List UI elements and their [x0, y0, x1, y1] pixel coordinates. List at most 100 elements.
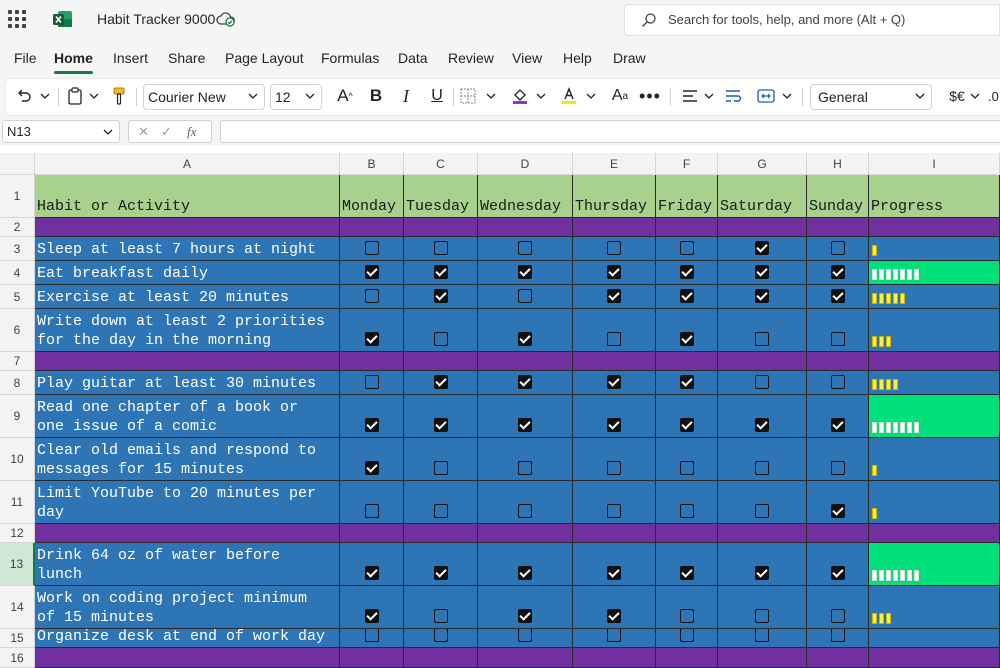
increase-font-size-icon[interactable]: A ^	[334, 86, 356, 106]
checkbox-unchecked[interactable]	[518, 241, 532, 255]
day-cell-sunday[interactable]	[807, 237, 869, 261]
day-cell-monday[interactable]	[340, 371, 404, 395]
tab-view[interactable]: View	[512, 50, 542, 66]
font-size-select[interactable]: 12	[270, 84, 322, 110]
progress-cell[interactable]	[869, 586, 1000, 629]
underline-icon[interactable]: U	[427, 86, 447, 106]
checkbox-unchecked[interactable]	[755, 609, 769, 623]
day-cell-wednesday[interactable]	[478, 285, 573, 309]
row-header-14[interactable]: 14	[0, 586, 35, 629]
day-cell-thursday[interactable]	[573, 438, 656, 481]
checkbox-checked[interactable]	[755, 418, 769, 432]
progress-cell[interactable]	[869, 261, 1000, 285]
checkbox-unchecked[interactable]	[434, 241, 448, 255]
checkbox-checked[interactable]	[434, 289, 448, 303]
checkbox-checked[interactable]	[755, 566, 769, 580]
separator-cell[interactable]	[340, 648, 404, 668]
column-header-c[interactable]: C	[404, 153, 478, 175]
checkbox-checked[interactable]	[365, 332, 379, 346]
checkbox-checked[interactable]	[755, 241, 769, 255]
row-header-16[interactable]: 16	[0, 648, 35, 668]
day-cell-wednesday[interactable]	[478, 586, 573, 629]
checkbox-unchecked[interactable]	[365, 504, 379, 518]
tab-review[interactable]: Review	[448, 50, 494, 66]
separator-cell[interactable]	[656, 352, 718, 371]
progress-cell[interactable]	[869, 629, 1000, 648]
separator-cell[interactable]	[478, 648, 573, 668]
checkbox-unchecked[interactable]	[365, 241, 379, 255]
column-header-e[interactable]: E	[573, 153, 656, 175]
day-cell-saturday[interactable]	[718, 309, 807, 352]
separator-cell[interactable]	[404, 648, 478, 668]
day-cell-monday[interactable]	[340, 309, 404, 352]
day-cell-sunday[interactable]	[807, 543, 869, 586]
day-cell-saturday[interactable]	[718, 371, 807, 395]
column-header-a[interactable]: A	[35, 153, 340, 175]
checkbox-unchecked[interactable]	[518, 629, 532, 642]
checkbox-unchecked[interactable]	[434, 461, 448, 475]
checkbox-checked[interactable]	[518, 566, 532, 580]
day-cell-thursday[interactable]	[573, 395, 656, 438]
checkbox-checked[interactable]	[518, 609, 532, 623]
tab-help[interactable]: Help	[563, 50, 592, 66]
column-header-b[interactable]: B	[340, 153, 404, 175]
tab-page-layout[interactable]: Page Layout	[225, 50, 304, 66]
checkbox-checked[interactable]	[831, 566, 845, 580]
checkbox-checked[interactable]	[365, 418, 379, 432]
separator-cell[interactable]	[573, 352, 656, 371]
separator-cell[interactable]	[718, 648, 807, 668]
checkbox-checked[interactable]	[434, 375, 448, 389]
tab-home[interactable]: Home	[54, 50, 93, 74]
checkbox-checked[interactable]	[518, 375, 532, 389]
separator-cell[interactable]	[656, 524, 718, 543]
row-header-2[interactable]: 2	[0, 218, 35, 237]
column-header-f[interactable]: F	[656, 153, 718, 175]
checkbox-unchecked[interactable]	[518, 461, 532, 475]
day-cell-tuesday[interactable]	[404, 629, 478, 648]
separator-cell[interactable]	[807, 352, 869, 371]
separator-cell[interactable]	[573, 648, 656, 668]
checkbox-checked[interactable]	[607, 418, 621, 432]
italic-icon[interactable]: I	[396, 86, 416, 106]
row-header-9[interactable]: 9	[0, 395, 35, 438]
checkbox-checked[interactable]	[680, 332, 694, 346]
header-cell-c[interactable]: Tuesday	[404, 175, 478, 218]
separator-cell[interactable]	[35, 648, 340, 668]
day-cell-wednesday[interactable]	[478, 438, 573, 481]
row-header-12[interactable]: 12	[0, 524, 35, 543]
checkbox-checked[interactable]	[518, 418, 532, 432]
habit-label[interactable]: Organize desk at end of work day	[35, 629, 340, 648]
separator-cell[interactable]	[340, 524, 404, 543]
row-header-4[interactable]: 4	[0, 261, 35, 285]
day-cell-monday[interactable]	[340, 395, 404, 438]
checkbox-unchecked[interactable]	[831, 609, 845, 623]
day-cell-friday[interactable]	[656, 586, 718, 629]
header-cell-d[interactable]: Wednesday	[478, 175, 573, 218]
day-cell-thursday[interactable]	[573, 371, 656, 395]
checkbox-unchecked[interactable]	[755, 332, 769, 346]
day-cell-sunday[interactable]	[807, 481, 869, 524]
checkbox-checked[interactable]	[831, 418, 845, 432]
row-header-6[interactable]: 6	[0, 309, 35, 352]
checkbox-checked[interactable]	[680, 566, 694, 580]
checkbox-checked[interactable]	[518, 265, 532, 279]
progress-cell[interactable]	[869, 371, 1000, 395]
checkbox-checked[interactable]	[607, 265, 621, 279]
day-cell-saturday[interactable]	[718, 629, 807, 648]
separator-cell[interactable]	[807, 524, 869, 543]
fill-color-dropdown-chevron-icon[interactable]	[534, 86, 548, 106]
habit-label[interactable]: Play guitar at least 30 minutes	[35, 371, 340, 395]
checkbox-unchecked[interactable]	[518, 504, 532, 518]
row-header-3[interactable]: 3	[0, 237, 35, 261]
checkbox-checked[interactable]	[831, 289, 845, 303]
checkbox-checked[interactable]	[365, 609, 379, 623]
checkbox-unchecked[interactable]	[434, 504, 448, 518]
confirm-formula-icon[interactable]: ✓	[161, 124, 172, 140]
formula-input[interactable]	[220, 120, 1000, 143]
separator-cell[interactable]	[573, 218, 656, 237]
checkbox-unchecked[interactable]	[607, 461, 621, 475]
checkbox-checked[interactable]	[680, 265, 694, 279]
day-cell-monday[interactable]	[340, 237, 404, 261]
checkbox-unchecked[interactable]	[607, 504, 621, 518]
header-cell-h[interactable]: Sunday	[807, 175, 869, 218]
